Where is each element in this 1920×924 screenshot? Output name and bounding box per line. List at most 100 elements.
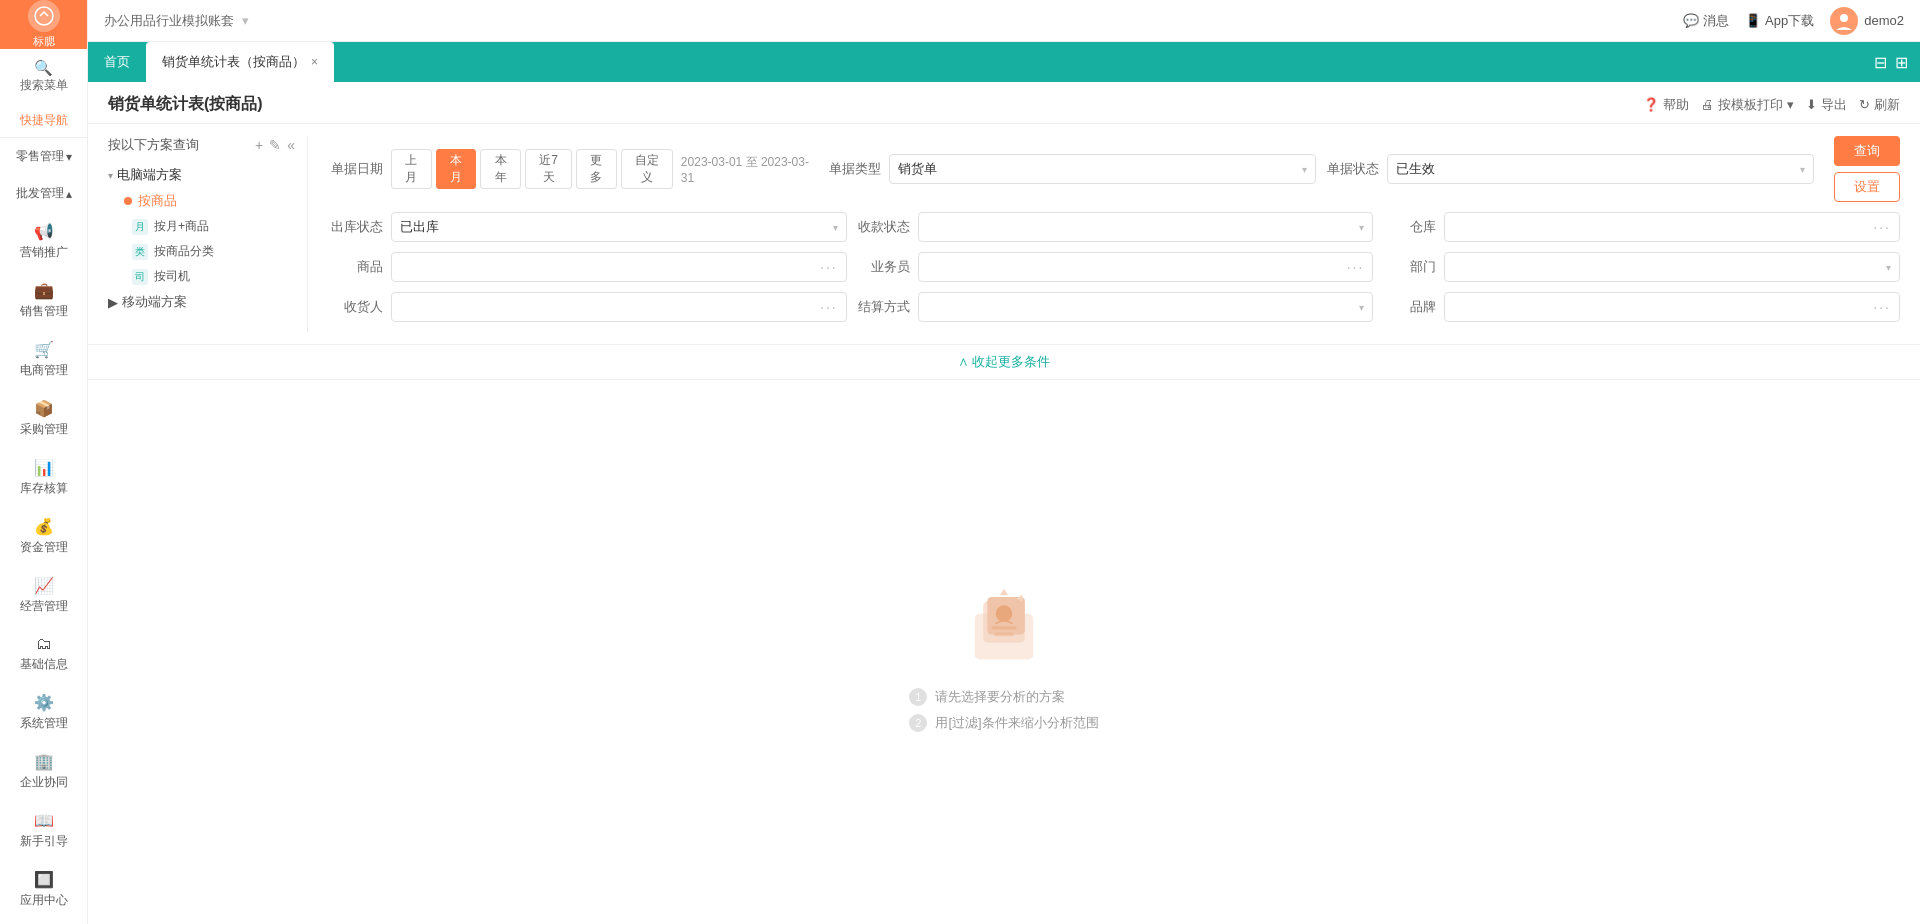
warehouse-control[interactable]: ··· (1444, 212, 1900, 242)
filter-warehouse: 仓库 ··· (1381, 212, 1900, 242)
filter-settle: 结算方式 ▾ (855, 292, 1374, 322)
query-btn[interactable]: 查询 (1834, 136, 1900, 166)
tab-active[interactable]: 销货单统计表（按商品） × (146, 42, 334, 82)
basic-label: 基础信息 (20, 656, 68, 673)
sidebar-item-basic[interactable]: 🗂 基础信息 (0, 625, 87, 683)
refresh-btn[interactable]: ↻ 刷新 (1859, 96, 1900, 114)
filter-receiver: 收货人 ··· (328, 292, 847, 322)
app-logo: 标腮 (0, 0, 88, 49)
settings-btn[interactable]: 设置 (1834, 172, 1900, 202)
filter-product: 商品 ··· (328, 252, 847, 282)
sidebar-item-guide[interactable]: 📖 新手引导 (0, 801, 87, 860)
product-dots: ··· (820, 259, 838, 275)
collect-status-control[interactable]: ▾ (918, 212, 1374, 242)
dept-label: 部门 (1381, 258, 1436, 276)
period-this-year[interactable]: 本年 (480, 149, 521, 189)
doc-status-control[interactable]: 已生效 ▾ (1387, 154, 1814, 184)
message-btn[interactable]: 💬 消息 (1683, 12, 1729, 30)
doc-type-control[interactable]: 销货单 ▾ (889, 154, 1316, 184)
content: 销货单统计表(按商品) ❓ 帮助 🖨 按模板打印 ▾ ⬇ 导出 (88, 82, 1920, 924)
maximize-icon[interactable]: ⊞ (1895, 53, 1908, 72)
add-scheme-btn[interactable]: + (255, 137, 263, 153)
mobile-group[interactable]: ▶ 移动端方案 (108, 289, 295, 315)
quicknav-label: 快捷导航 (20, 113, 68, 127)
scheme-by-product[interactable]: 按商品 (108, 188, 295, 214)
period-this-month[interactable]: 本月 (436, 149, 477, 189)
message-label: 消息 (1703, 12, 1729, 30)
mobile-arrow: ▶ (108, 295, 118, 310)
search-menu[interactable]: 🔍 搜索菜单 (0, 49, 87, 104)
sidebar-item-apps[interactable]: 🔲 应用中心 (0, 860, 87, 919)
period-custom[interactable]: 自定义 (621, 149, 673, 189)
desktop-group[interactable]: ▾ 电脑端方案 (108, 162, 295, 188)
brand-control[interactable]: ··· (1444, 292, 1900, 322)
minimize-icon[interactable]: ⊟ (1874, 53, 1887, 72)
period-more[interactable]: 更多 (576, 149, 617, 189)
date-period-btns: 上月 本月 本年 近7天 更多 自定义 (391, 149, 673, 189)
marketing-icon: 📢 (34, 222, 54, 241)
scheme-by-month-product[interactable]: 月 按月+商品 (108, 214, 295, 239)
filter-row-4: 收货人 ··· 结算方式 ▾ (328, 292, 1900, 322)
period-last-month[interactable]: 上月 (391, 149, 432, 189)
sidebar-item-finance[interactable]: 💰 资金管理 (0, 507, 87, 566)
sidebar-item-sales[interactable]: 💼 销售管理 (0, 271, 87, 330)
svg-point-0 (35, 7, 53, 25)
scheme-by-category[interactable]: 类 按商品分类 (108, 239, 295, 264)
collapse-scheme-btn[interactable]: « (287, 137, 295, 153)
sidebar-item-marketing[interactable]: 📢 营销推广 (0, 212, 87, 271)
empty-tip-1: 1 请先选择要分析的方案 (909, 688, 1098, 706)
sidebar-item-enterprise[interactable]: 🏢 企业协同 (0, 742, 87, 801)
staff-control[interactable]: ··· (918, 252, 1374, 282)
out-status-control[interactable]: 已出库 ▾ (391, 212, 847, 242)
user-avatar[interactable]: demo2 (1830, 7, 1904, 35)
scheme-by-cashier[interactable]: 司 按司机 (108, 264, 295, 289)
help-btn[interactable]: ❓ 帮助 (1643, 96, 1689, 114)
sidebar-item-inventory[interactable]: 📊 库存核算 (0, 448, 87, 507)
staff-dots: ··· (1347, 259, 1365, 275)
scheme-icons: + ✎ « (255, 137, 295, 153)
operations-icon: 📈 (34, 576, 54, 595)
period-7days[interactable]: 近7天 (525, 149, 572, 189)
industry-dropdown-icon[interactable]: ▾ (242, 13, 249, 28)
page-header: 销货单统计表(按商品) ❓ 帮助 🖨 按模板打印 ▾ ⬇ 导出 (88, 82, 1920, 124)
receiver-control[interactable]: ··· (391, 292, 847, 322)
filter-row-3: 商品 ··· 业务员 ··· (328, 252, 1900, 282)
export-label: 导出 (1821, 96, 1847, 114)
filter-date: 单据日期 上月 本月 本年 近7天 更多 自定义 (328, 149, 818, 189)
settle-arrow: ▾ (1359, 302, 1364, 313)
retail-arrow: ▾ (66, 150, 72, 164)
desktop-group-label: 电脑端方案 (117, 166, 182, 184)
collapse-bar[interactable]: ∧ 收起更多条件 (88, 345, 1920, 380)
sidebar-item-wholesale[interactable]: 批发管理 ▴ (0, 175, 87, 212)
empty-tips: 1 请先选择要分析的方案 2 用[过滤]条件来缩小分析范围 (909, 688, 1098, 732)
quick-nav[interactable]: 快捷导航 (0, 104, 87, 138)
by-category-label: 按商品分类 (154, 243, 214, 260)
guide-label: 新手引导 (20, 833, 68, 850)
apps-icon: 🔲 (34, 870, 54, 889)
help-label: 帮助 (1663, 96, 1689, 114)
category-icon: 类 (132, 244, 148, 260)
wholesale-label: 批发管理 (16, 185, 64, 202)
sidebar-item-retail[interactable]: 零售管理 ▾ (0, 138, 87, 175)
sidebar-item-purchase[interactable]: 📦 采购管理 (0, 389, 87, 448)
main-area: 办公用品行业模拟账套 ▾ 💬 消息 📱 App下载 demo2 首页 (88, 0, 1920, 924)
month-product-icon: 月 (132, 219, 148, 235)
sidebar-item-ecommerce[interactable]: 🛒 电商管理 (0, 330, 87, 389)
inventory-icon: 📊 (34, 458, 54, 477)
tab-home[interactable]: 首页 (88, 42, 146, 82)
sidebar-item-system[interactable]: ⚙️ 系统管理 (0, 683, 87, 742)
product-control[interactable]: ··· (391, 252, 847, 282)
settle-label: 结算方式 (855, 298, 910, 316)
edit-scheme-btn[interactable]: ✎ (269, 137, 281, 153)
sidebar-item-operations[interactable]: 📈 经营管理 (0, 566, 87, 625)
doc-status-label: 单据状态 (1324, 160, 1379, 178)
print-btn[interactable]: 🖨 按模板打印 ▾ (1701, 96, 1794, 114)
dept-control[interactable]: ▾ (1444, 252, 1900, 282)
tab-close-icon[interactable]: × (311, 55, 318, 69)
app-download-btn[interactable]: 📱 App下载 (1745, 12, 1814, 30)
export-btn[interactable]: ⬇ 导出 (1806, 96, 1847, 114)
message-icon: 💬 (1683, 13, 1699, 28)
app-name: 标腮 (33, 34, 55, 49)
sidebar-item-wechat[interactable]: 💬 企业微信 (0, 919, 87, 924)
settle-control[interactable]: ▾ (918, 292, 1374, 322)
